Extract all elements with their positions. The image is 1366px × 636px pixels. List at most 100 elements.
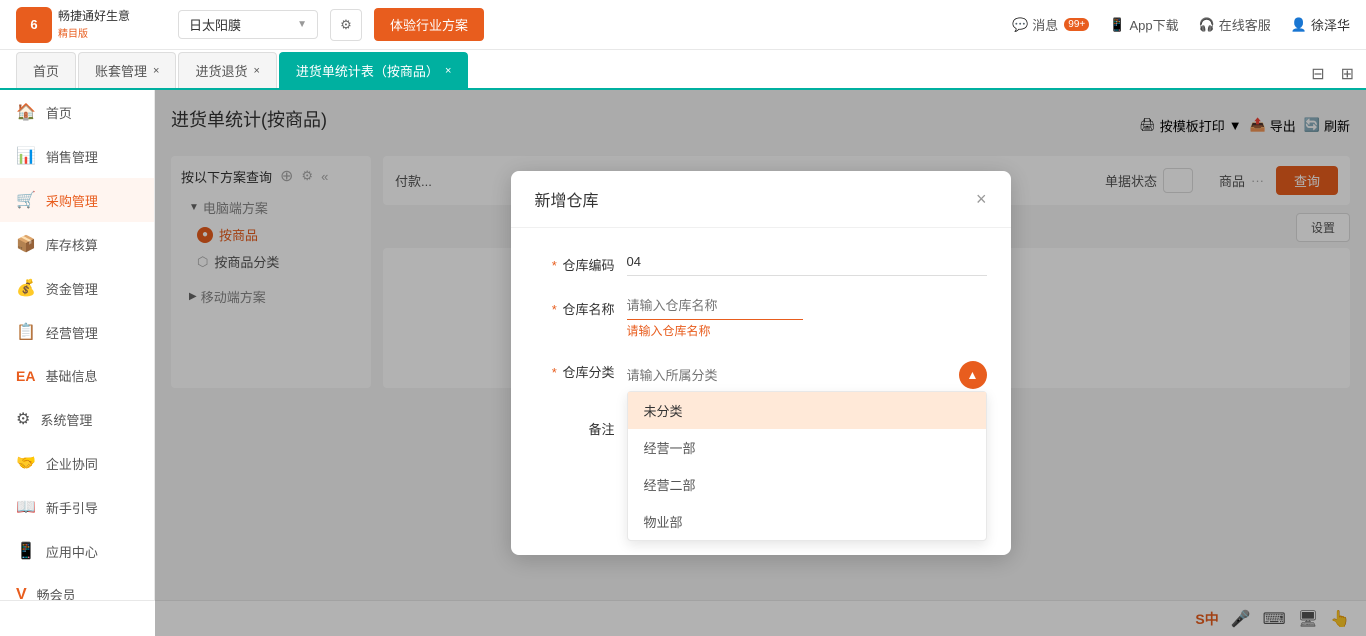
dropdown-option-dept2[interactable]: 经营二部 (628, 466, 986, 503)
phone-icon: 📱 (1109, 17, 1125, 33)
sidebar-item-system[interactable]: ⚙ 系统管理 (0, 397, 154, 441)
category-dropdown-list: 未分类 经营一部 经营二部 物业部 (627, 391, 987, 541)
sidebar-inventory-label: 库存核算 (46, 235, 98, 254)
user-icon: 👤 (1291, 17, 1307, 33)
newbie-icon: 📖 (16, 497, 36, 517)
settings-button[interactable]: ⚙ (330, 9, 362, 41)
tab-home-label: 首页 (33, 61, 59, 80)
headset-icon: 🎧 (1199, 17, 1215, 33)
category-label: * 仓库分类 (535, 355, 615, 381)
tab-maximize-button[interactable]: ⊞ (1337, 60, 1358, 88)
tab-accounts-close[interactable]: × (153, 65, 159, 77)
sales-icon: 📊 (16, 146, 36, 166)
online-service-button[interactable]: 🎧 在线客服 (1199, 15, 1271, 34)
modal-overlay: 新增仓库 × * 仓库编码 (155, 90, 1366, 636)
dropdown-option-uncategorized[interactable]: 未分类 (628, 392, 986, 429)
app-logo-icon: 6 (16, 7, 52, 43)
tab-minimize-button[interactable]: ⊟ (1307, 60, 1328, 88)
sidebar-item-home[interactable]: 🏠 首页 (0, 90, 154, 134)
notification-button[interactable]: 💬 消息 99+ (1012, 15, 1089, 34)
gear-icon: ⚙ (340, 17, 352, 33)
tab-purchase-return[interactable]: 进货退货 × (178, 52, 276, 88)
sidebar-item-basic-info[interactable]: EA 基础信息 (0, 354, 154, 397)
tab-home[interactable]: 首页 (16, 52, 76, 88)
user-profile-button[interactable]: 👤 徐泽华 (1291, 15, 1350, 34)
form-row-code: * 仓库编码 (535, 248, 987, 276)
store-arrow-icon: ▼ (297, 19, 307, 30)
sidebar-finance-label: 资金管理 (46, 279, 98, 298)
tab-purchase-return-label: 进货退货 (195, 61, 247, 80)
content-area: 进货单统计(按商品) 🖨 按模板打印 ▼ 📤 导出 🔄 刷新 (155, 90, 1366, 636)
tab-accounts-label: 账套管理 (95, 61, 147, 80)
name-label: * 仓库名称 (535, 292, 615, 318)
form-row-category: * 仓库分类 ▲ 未分类 经营一部 经营二部 (535, 355, 987, 396)
name-input[interactable] (627, 292, 803, 320)
user-name: 徐泽华 (1311, 15, 1350, 34)
code-input[interactable] (627, 248, 987, 276)
app-name: 畅捷通好生意 (58, 9, 130, 25)
sidebar-newbie-label: 新手引导 (46, 498, 98, 517)
basic-info-icon: EA (16, 368, 35, 384)
tab-accounts[interactable]: 账套管理 × (78, 52, 176, 88)
sidebar-item-finance[interactable]: 💰 资金管理 (0, 266, 154, 310)
inventory-icon: 📦 (16, 234, 36, 254)
home-icon: 🏠 (16, 102, 36, 122)
sidebar-system-label: 系统管理 (40, 410, 92, 429)
tab-right-buttons: ⊟ ⊞ (1307, 60, 1366, 88)
dropdown-option-property[interactable]: 物业部 (628, 503, 986, 540)
sidebar-item-newbie[interactable]: 📖 新手引导 (0, 485, 154, 529)
online-service-label: 在线客服 (1219, 15, 1271, 34)
tab-purchase-stat-label: 进货单统计表（按商品） (296, 61, 439, 80)
notes-label: 备注 (535, 412, 615, 438)
message-icon: 💬 (1012, 17, 1028, 33)
modal-title: 新增仓库 (535, 187, 599, 211)
modal-close-button[interactable]: × (976, 189, 987, 210)
sidebar-apps-label: 应用中心 (46, 542, 98, 561)
sidebar-item-apps[interactable]: 📱 应用中心 (0, 529, 154, 573)
app-download-button[interactable]: 📱 App下载 (1109, 15, 1178, 34)
tab-bar: 首页 账套管理 × 进货退货 × 进货单统计表（按商品） × ⊟ ⊞ (0, 50, 1366, 90)
modal-body: * 仓库编码 * 仓库名称 (511, 228, 1011, 491)
finance-icon: 💰 (16, 278, 36, 298)
sidebar-operations-label: 经营管理 (46, 323, 98, 342)
sidebar-sales-label: 销售管理 (46, 147, 98, 166)
main-layout: 🏠 首页 📊 销售管理 🛒 采购管理 📦 库存核算 💰 资金管理 📋 经营管理 … (0, 90, 1366, 636)
app-download-label: App下载 (1129, 15, 1178, 34)
sidebar-item-enterprise[interactable]: 🤝 企业协同 (0, 441, 154, 485)
modal-header: 新增仓库 × (511, 171, 1011, 228)
dropdown-option-dept1[interactable]: 经营一部 (628, 429, 986, 466)
store-selector[interactable]: 日太阳膜 ▼ (178, 10, 318, 39)
sidebar-item-inventory[interactable]: 📦 库存核算 (0, 222, 154, 266)
logo-area: 6 畅捷通好生意 精目版 (16, 7, 166, 43)
sidebar-home-label: 首页 (46, 103, 72, 122)
header-right: 💬 消息 99+ 📱 App下载 🎧 在线客服 👤 徐泽华 (1012, 15, 1350, 34)
app-sub: 精目版 (58, 25, 130, 40)
tab-purchase-stat[interactable]: 进货单统计表（按商品） × (279, 52, 468, 88)
tab-purchase-stat-close[interactable]: × (445, 65, 451, 77)
sidebar-purchase-label: 采购管理 (46, 191, 98, 210)
notif-label: 消息 (1032, 15, 1058, 34)
operations-icon: 📋 (16, 322, 36, 342)
purchase-icon: 🛒 (16, 190, 36, 210)
code-label: * 仓库编码 (535, 248, 615, 274)
system-icon: ⚙ (16, 409, 30, 429)
sidebar-item-purchase[interactable]: 🛒 采购管理 (0, 178, 154, 222)
category-input[interactable] (627, 368, 959, 383)
sidebar-enterprise-label: 企业协同 (46, 454, 98, 473)
sidebar-item-sales[interactable]: 📊 销售管理 (0, 134, 154, 178)
form-row-name: * 仓库名称 请输入仓库名称 (535, 292, 987, 339)
category-toggle-button[interactable]: ▲ (959, 361, 987, 389)
store-name: 日太阳膜 (189, 15, 293, 34)
tab-purchase-return-close[interactable]: × (253, 65, 259, 77)
enterprise-icon: 🤝 (16, 453, 36, 473)
top-header: 6 畅捷通好生意 精目版 日太阳膜 ▼ ⚙ 体验行业方案 💬 消息 99+ 📱 … (0, 0, 1366, 50)
apps-icon: 📱 (16, 541, 36, 561)
sidebar: 🏠 首页 📊 销售管理 🛒 采购管理 📦 库存核算 💰 资金管理 📋 经营管理 … (0, 90, 155, 636)
trial-button[interactable]: 体验行业方案 (374, 8, 484, 41)
new-warehouse-modal: 新增仓库 × * 仓库编码 (511, 171, 1011, 555)
category-dropdown: ▲ 未分类 经营一部 经营二部 物业部 (627, 355, 987, 396)
sidebar-basic-label: 基础信息 (45, 366, 97, 385)
name-error-tip: 请输入仓库名称 (627, 322, 803, 339)
notif-badge: 99+ (1064, 18, 1089, 31)
sidebar-item-operations[interactable]: 📋 经营管理 (0, 310, 154, 354)
